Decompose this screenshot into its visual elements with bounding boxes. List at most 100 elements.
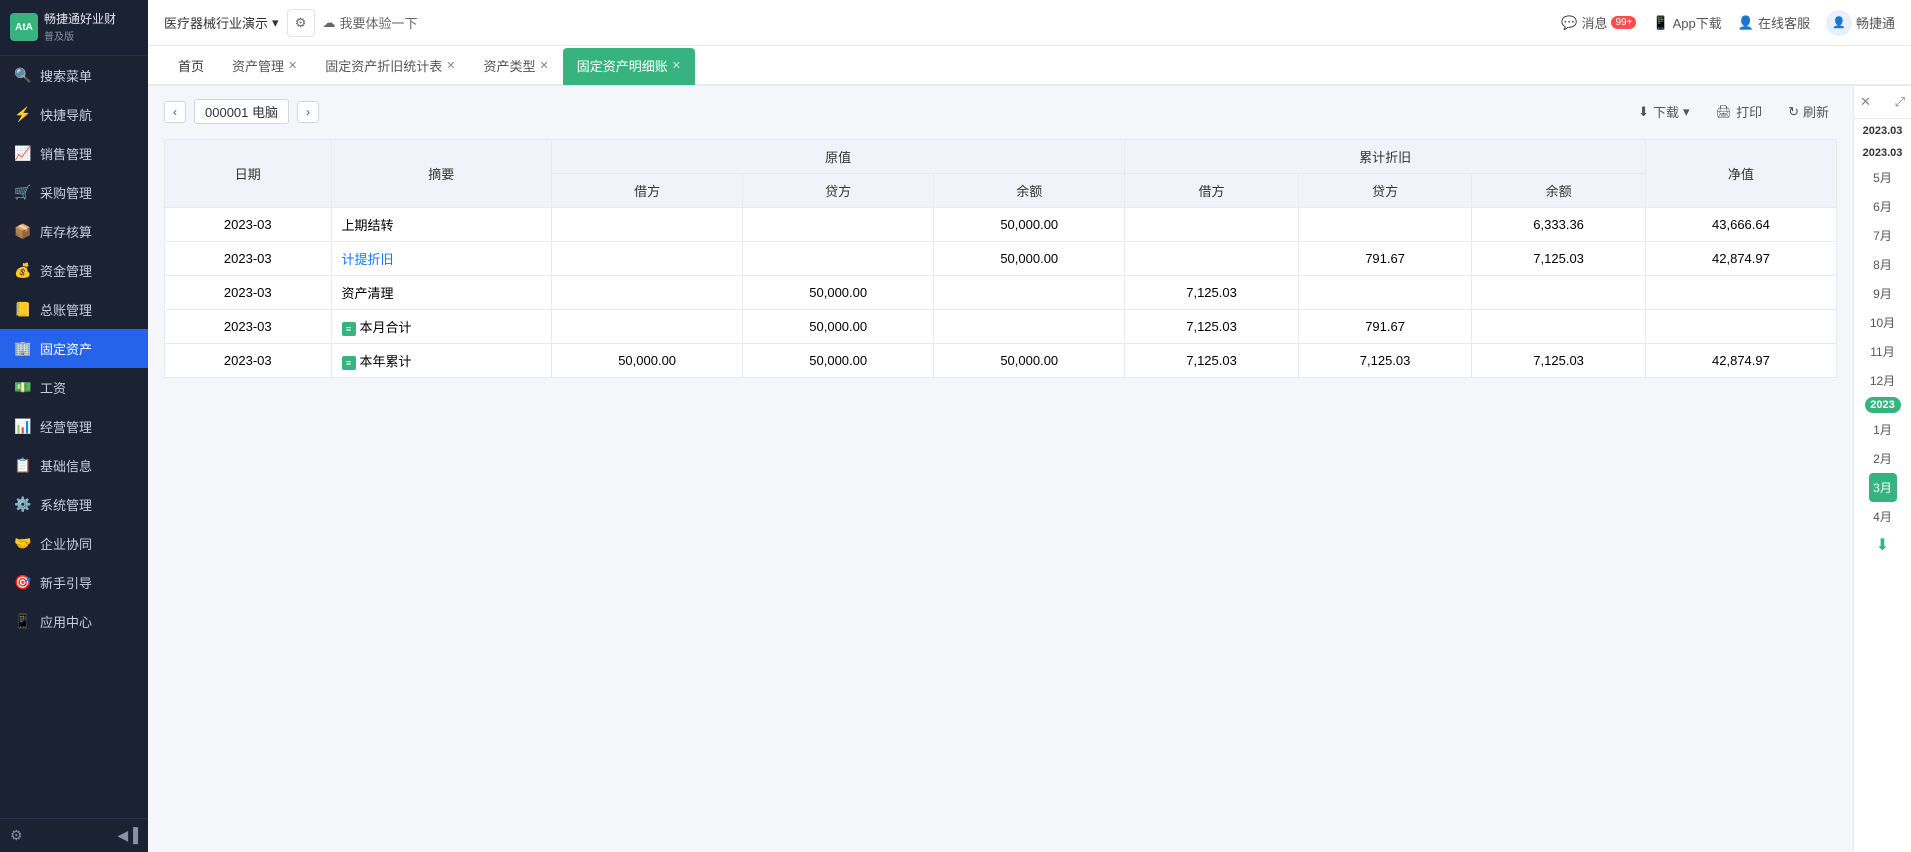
cell-date-0: 2023-03 bbox=[165, 208, 332, 242]
cell-net-4: 42,874.97 bbox=[1645, 344, 1836, 378]
cell-lj-d-0 bbox=[1125, 208, 1299, 242]
close-panel-icon[interactable]: ✕ bbox=[1860, 94, 1871, 110]
next-asset-btn[interactable]: › bbox=[297, 101, 319, 123]
sidebar-label-system: 系统管理 bbox=[40, 495, 92, 514]
expand-panel-icon[interactable]: ⤢ bbox=[1895, 94, 1905, 110]
sidebar-item-search[interactable]: 🔍搜索菜单 bbox=[0, 56, 148, 95]
cell-yz-d-4: 50,000.00 bbox=[552, 344, 743, 378]
month-item-6月[interactable]: 6月 bbox=[1865, 192, 1901, 221]
month-item-4月[interactable]: 4月 bbox=[1865, 502, 1901, 531]
cell-net-2 bbox=[1645, 276, 1836, 310]
purchase-icon: 🛒 bbox=[14, 183, 32, 201]
sidebar-item-operations[interactable]: 📊经营管理 bbox=[0, 407, 148, 446]
base-info-icon: 📋 bbox=[14, 456, 32, 474]
sidebar-item-app-center[interactable]: 📱应用中心 bbox=[0, 602, 148, 641]
month-item-8月[interactable]: 8月 bbox=[1865, 250, 1901, 279]
sidebar-item-guide[interactable]: 🎯新手引导 bbox=[0, 563, 148, 602]
topbar-left: 医疗器械行业演示 ▾ ⚙ ☁ 我要体验一下 bbox=[164, 9, 418, 37]
cell-lj-c-1: 791.67 bbox=[1298, 242, 1472, 276]
experience-btn[interactable]: ☁ 我要体验一下 bbox=[323, 13, 418, 32]
sidebar-item-quick-nav[interactable]: ⚡ 快捷导航 bbox=[0, 95, 148, 134]
month-item-1月[interactable]: 1月 bbox=[1865, 415, 1901, 444]
scroll-down-icon[interactable]: ⬇ bbox=[1865, 531, 1901, 559]
cell-yz-b-0: 50,000.00 bbox=[934, 208, 1125, 242]
asset-label: 000001 电脑 bbox=[194, 99, 289, 124]
cell-yz-b-1: 50,000.00 bbox=[934, 242, 1125, 276]
customer-service-btn[interactable]: 👤 在线客服 bbox=[1738, 13, 1810, 32]
guide-icon: 🎯 bbox=[14, 573, 32, 591]
messages-label: 消息 bbox=[1581, 13, 1607, 32]
month-item-7月[interactable]: 7月 bbox=[1865, 221, 1901, 250]
asset-nav: ‹ 000001 电脑 › ⬇ 下载 ▾ 🖨 打印 ↻ 刷新 bbox=[164, 98, 1837, 125]
sidebar-item-inventory[interactable]: 📦 库存核算 bbox=[0, 212, 148, 251]
cell-date-4: 2023-03 bbox=[165, 344, 332, 378]
service-icon: 👤 bbox=[1738, 15, 1754, 31]
cell-lj-d-4: 7,125.03 bbox=[1125, 344, 1299, 378]
tab-asset-mgmt[interactable]: 资产管理 ✕ bbox=[218, 48, 311, 85]
cell-yz-c-4: 50,000.00 bbox=[743, 344, 934, 378]
month-item-2月[interactable]: 2月 bbox=[1865, 444, 1901, 473]
tab-home[interactable]: 首页 bbox=[164, 48, 218, 85]
sidebar-label-cooperation: 企业协同 bbox=[40, 534, 92, 553]
sales-icon: 📈 bbox=[14, 144, 32, 162]
cell-lj-d-3: 7,125.03 bbox=[1125, 310, 1299, 344]
month-item-5月[interactable]: 5月 bbox=[1865, 163, 1901, 192]
tab-asset-type[interactable]: 资产类型 ✕ bbox=[469, 48, 562, 85]
col-group-leiji: 累计折旧 bbox=[1125, 140, 1646, 174]
cell-summary-1[interactable]: 计提折旧 bbox=[331, 242, 552, 276]
month-item-9月[interactable]: 9月 bbox=[1865, 279, 1901, 308]
sidebar-label-quick-nav: 快捷导航 bbox=[40, 105, 92, 124]
download-btn[interactable]: ⬇ 下载 ▾ bbox=[1630, 98, 1697, 125]
sidebar-label-inventory: 库存核算 bbox=[40, 222, 92, 241]
sidebar-item-fixed-assets[interactable]: 🏢固定资产 bbox=[0, 329, 148, 368]
fixed-assets-table: 日期 摘要 原值 累计折旧 净值 借方 贷方 余额 借方 贷方 余额 bbox=[164, 139, 1837, 378]
print-btn[interactable]: 🖨 打印 bbox=[1708, 98, 1771, 125]
sidebar-item-system[interactable]: ⚙️系统管理 bbox=[0, 485, 148, 524]
tab-close-asset-detail[interactable]: ✕ bbox=[672, 59, 681, 72]
sidebar-item-finance[interactable]: 💰资金管理 bbox=[0, 251, 148, 290]
month-item-11月[interactable]: 11月 bbox=[1865, 337, 1901, 366]
tab-depreciation[interactable]: 固定资产折旧统计表 ✕ bbox=[311, 48, 469, 85]
sidebar-item-sales[interactable]: 📈销售管理 bbox=[0, 134, 148, 173]
app-download-btn[interactable]: 📱 App下载 bbox=[1652, 13, 1721, 32]
table-row: 2023-03 上期结转 50,000.00 6,333.36 43,666.6… bbox=[165, 208, 1837, 242]
sidebar-item-base-info[interactable]: 📋基础信息 bbox=[0, 446, 148, 485]
topbar-settings-btn[interactable]: ⚙ bbox=[287, 9, 315, 37]
sidebar-item-purchase[interactable]: 🛒采购管理 bbox=[0, 173, 148, 212]
cell-yz-d-2 bbox=[552, 276, 743, 310]
month-item-3月[interactable]: 3月 bbox=[1869, 473, 1897, 502]
refresh-btn[interactable]: ↻ 刷新 bbox=[1780, 98, 1837, 125]
prev-asset-btn[interactable]: ‹ bbox=[164, 101, 186, 123]
user-profile[interactable]: 👤 畅捷通 bbox=[1826, 10, 1895, 36]
refresh-icon: ↻ bbox=[1788, 104, 1799, 120]
messages-btn[interactable]: 💬 消息 99+ bbox=[1561, 13, 1636, 32]
sidebar-nav: 🔍搜索菜单 ⚡ 快捷导航 📈销售管理🛒采购管理 📦 库存核算 💰资金管理📒总账管理🏢固定资产… bbox=[0, 56, 148, 818]
sidebar-item-cooperation[interactable]: 🤝 企业协同 bbox=[0, 524, 148, 563]
sidebar: AtA 畅捷通好业财 普及版 🔍搜索菜单⚡快捷导航📈销售管理🛒采购管理📦库存核算… bbox=[0, 0, 148, 852]
sidebar-item-ledger[interactable]: 📒总账管理 bbox=[0, 290, 148, 329]
cell-yz-c-2: 50,000.00 bbox=[743, 276, 934, 310]
sidebar-item-payroll[interactable]: 💵工资 bbox=[0, 368, 148, 407]
cell-lj-b-0: 6,333.36 bbox=[1472, 208, 1646, 242]
table-row: 2023-03 ≡本年累计 50,000.00 50,000.00 50,000… bbox=[165, 344, 1837, 378]
quick-nav-icon: ⚡ bbox=[14, 105, 32, 123]
cooperation-icon: 🤝 bbox=[14, 534, 32, 552]
month-item-12月[interactable]: 12月 bbox=[1865, 366, 1901, 395]
cell-lj-c-0 bbox=[1298, 208, 1472, 242]
cell-summary-4: ≡本年累计 bbox=[331, 344, 552, 378]
month-item-10月[interactable]: 10月 bbox=[1865, 308, 1901, 337]
tab-close-depreciation[interactable]: ✕ bbox=[446, 59, 455, 72]
tab-close-asset-mgmt[interactable]: ✕ bbox=[288, 59, 297, 72]
inventory-icon: 📦 bbox=[14, 222, 32, 240]
col-yuanzhi-creditor: 贷方 bbox=[743, 174, 934, 208]
cell-lj-c-3: 791.67 bbox=[1298, 310, 1472, 344]
company-selector[interactable]: 医疗器械行业演示 ▾ bbox=[164, 13, 279, 32]
year-badge[interactable]: 2023 bbox=[1865, 397, 1901, 413]
settings-icon[interactable]: ⚙ bbox=[10, 827, 23, 844]
tab-close-asset-type[interactable]: ✕ bbox=[540, 59, 549, 72]
tab-asset-detail[interactable]: 固定资产明细账 ✕ bbox=[563, 48, 695, 85]
topbar: 医疗器械行业演示 ▾ ⚙ ☁ 我要体验一下 💬 消息 99+ 📱 App下载 👤… bbox=[148, 0, 1911, 46]
sidebar-label-payroll: 工资 bbox=[40, 378, 66, 397]
collapse-icon[interactable]: ◀▐ bbox=[117, 827, 138, 844]
app-title: 畅捷通好业财 bbox=[44, 12, 116, 28]
